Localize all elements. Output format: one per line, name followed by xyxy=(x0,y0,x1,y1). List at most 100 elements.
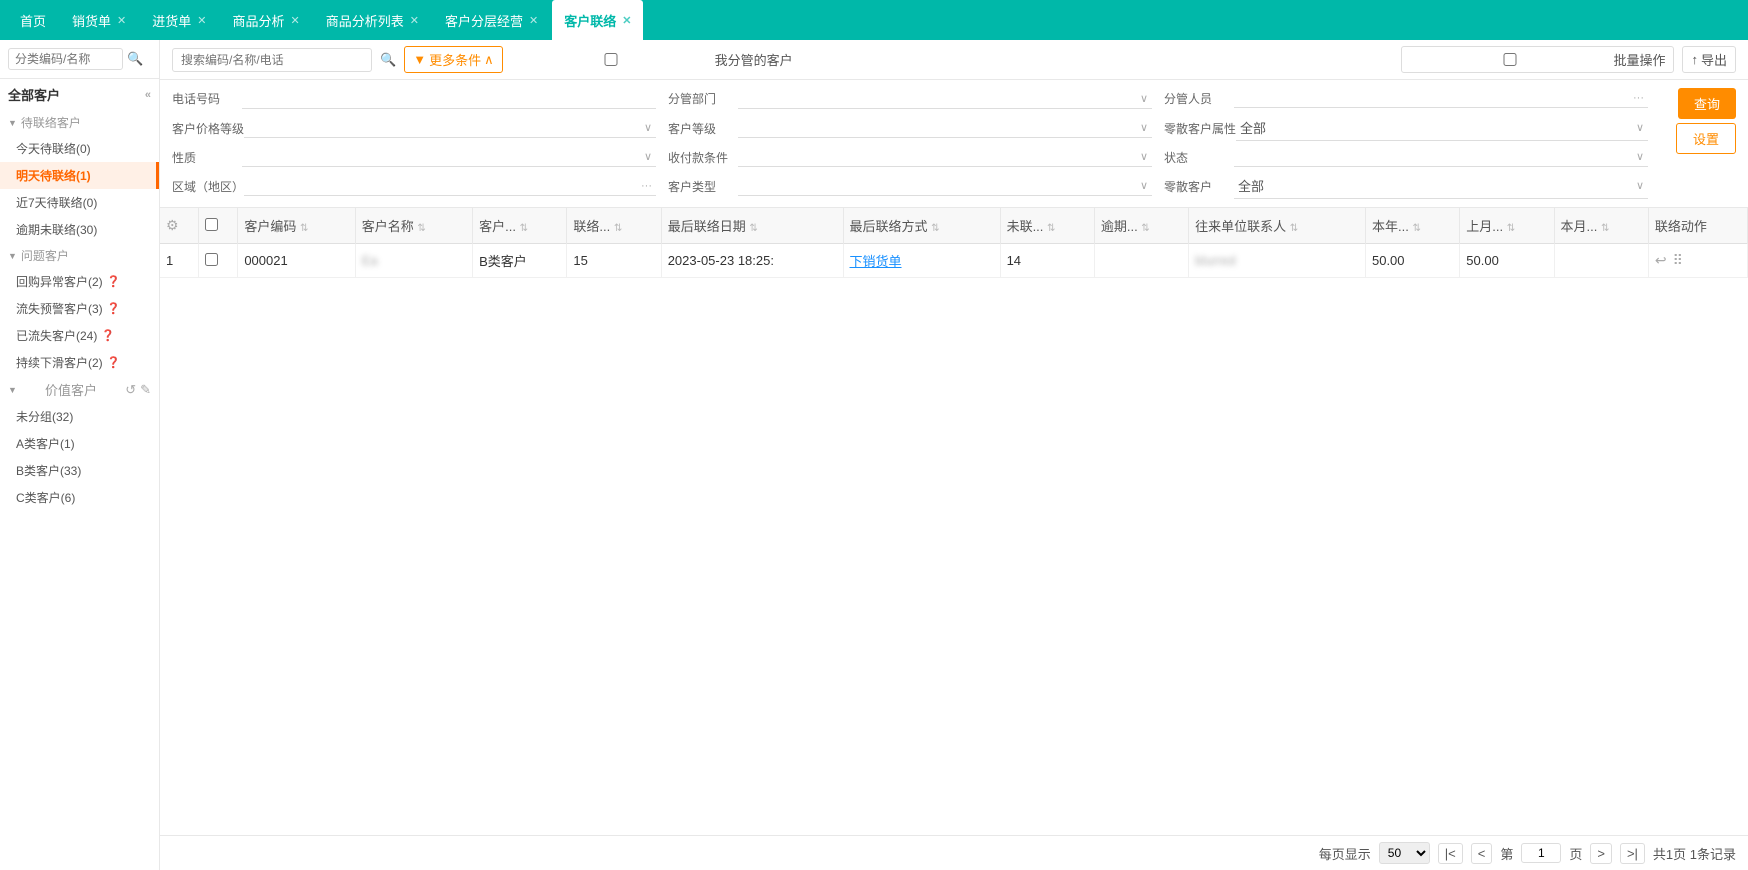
main-content: 🔍 ▼ 更多条件 ∧ 我分管的客户 批量操作 ↑ 导出 xyxy=(160,40,1748,870)
adv-customer-type-select[interactable]: ∨ xyxy=(738,176,1152,196)
col-name[interactable]: 客户名称 ⇅ xyxy=(355,208,472,244)
adv-dept-select[interactable]: ∨ xyxy=(738,89,1152,109)
search-input[interactable] xyxy=(172,48,372,72)
adv-retail-attr-select[interactable]: 全部 ∨ xyxy=(1236,115,1648,141)
row-actions: ↩ ⠿ xyxy=(1648,244,1747,278)
first-page-btn[interactable]: |< xyxy=(1438,843,1463,864)
sidebar-item-class-b[interactable]: B类客户(33) xyxy=(0,457,159,484)
sidebar-search-icon[interactable]: 🔍 xyxy=(127,51,143,67)
col-type[interactable]: 客户... ⇅ xyxy=(473,208,567,244)
adv-customer-level-label: 客户等级 xyxy=(668,120,738,137)
sidebar-item-churn-warning[interactable]: 流失预警客户(3) ❓ xyxy=(0,295,159,322)
export-btn[interactable]: ↑ 导出 xyxy=(1682,46,1736,73)
contact-method-link[interactable]: 下销货单 xyxy=(850,254,902,269)
adv-dept-label: 分管部门 xyxy=(668,90,738,107)
adv-phone-field: 电话号码 xyxy=(172,88,656,109)
col-code[interactable]: 客户编码 ⇅ xyxy=(238,208,355,244)
row-last-contact-date: 2023-05-23 18:25: xyxy=(661,244,843,278)
sidebar-item-churned[interactable]: 已流失客户(24) ❓ xyxy=(0,322,159,349)
search-btn[interactable]: 🔍 xyxy=(380,52,396,68)
nav-sales[interactable]: 销货单 ✕ xyxy=(60,0,138,40)
adv-customer-level-select[interactable]: ∨ xyxy=(738,118,1152,138)
chevron-down-icon-4: ∨ xyxy=(1636,121,1644,134)
col-this-month[interactable]: 本月... ⇅ xyxy=(1554,208,1648,244)
sidebar-item-tomorrow[interactable]: 明天待联络(1) xyxy=(0,162,159,189)
table-footer: 每页显示 50 10 20 100 |< < 第 页 > >| 共1页 1条记录 xyxy=(160,835,1748,870)
adv-retail-attr-field: 零散客户属性 全部 ∨ xyxy=(1164,115,1648,141)
nav-product-analysis-list-close[interactable]: ✕ xyxy=(410,14,419,27)
col-contact-person[interactable]: 往来单位联系人 ⇅ xyxy=(1189,208,1366,244)
adv-retail-customer-label: 零散客户 xyxy=(1164,178,1234,195)
adv-nature-select[interactable]: ∨ xyxy=(242,147,656,167)
nav-sales-close[interactable]: ✕ xyxy=(117,14,126,27)
sidebar-item-ungrouped[interactable]: 未分组(32) xyxy=(0,403,159,430)
all-customers-header[interactable]: 全部客户 « xyxy=(0,79,159,110)
nav-product-analysis-list[interactable]: 商品分析列表 ✕ xyxy=(314,0,431,40)
page-size-select[interactable]: 50 10 20 100 xyxy=(1379,842,1430,864)
sidebar-item-class-a[interactable]: A类客户(1) xyxy=(0,430,159,457)
nav-product-analysis[interactable]: 商品分析 ✕ xyxy=(220,0,311,40)
refresh-icon[interactable]: ↺ xyxy=(125,382,136,398)
adv-payment-select[interactable]: ∨ xyxy=(738,147,1152,167)
nav-purchase-close[interactable]: ✕ xyxy=(197,14,206,27)
col-last-contact-date[interactable]: 最后联络日期 ⇅ xyxy=(661,208,843,244)
sidebar-search-area: 🔍 xyxy=(0,40,159,79)
nav-customer-segment[interactable]: 客户分层经营 ✕ xyxy=(433,0,550,40)
section-value-customers: 价值客户 ↺ ✎ xyxy=(0,376,159,403)
col-last-contact-method[interactable]: 最后联络方式 ⇅ xyxy=(843,208,1000,244)
row-no: 1 xyxy=(160,244,198,278)
adv-status-select[interactable]: ∨ xyxy=(1234,147,1648,167)
more-btn-manager[interactable]: ··· xyxy=(1633,92,1644,104)
sidebar: 🔍 全部客户 « 待联络客户 今天待联络(0) 明天待联络(1) 近7天待联络(… xyxy=(0,40,160,870)
adv-phone-input[interactable] xyxy=(242,88,656,109)
sort-icon-person: ⇅ xyxy=(1290,223,1298,234)
col-this-year[interactable]: 本年... ⇅ xyxy=(1365,208,1459,244)
col-contact-count[interactable]: 联络... ⇅ xyxy=(567,208,661,244)
sidebar-item-abnormal[interactable]: 回购异常客户(2) ❓ xyxy=(0,268,159,295)
sidebar-item-today[interactable]: 今天待联络(0) xyxy=(0,135,159,162)
col-overdue[interactable]: 逾期... ⇅ xyxy=(1094,208,1188,244)
batch-op-btn[interactable]: 批量操作 xyxy=(1401,46,1674,73)
page-end-label: 页 xyxy=(1569,844,1582,863)
table-settings-icon[interactable]: ⚙ xyxy=(166,217,179,233)
last-page-btn[interactable]: >| xyxy=(1620,843,1645,864)
sort-icon-date: ⇅ xyxy=(749,223,757,234)
adv-retail-customer-select[interactable]: 全部 ∨ xyxy=(1234,173,1648,199)
nav-customer-contact[interactable]: 客户联络 ✕ xyxy=(552,0,643,40)
action-more-icon[interactable]: ⠿ xyxy=(1673,252,1683,269)
sidebar-item-overdue[interactable]: 逾期未联络(30) xyxy=(0,216,159,243)
query-button[interactable]: 查询 xyxy=(1678,88,1736,119)
adv-price-level-select[interactable]: ∨ xyxy=(244,118,656,138)
sidebar-search-input[interactable] xyxy=(8,48,123,70)
batch-checkbox[interactable] xyxy=(1410,53,1610,66)
prev-page-btn[interactable]: < xyxy=(1471,843,1493,864)
settings-button[interactable]: 设置 xyxy=(1676,123,1736,154)
sidebar-item-declining[interactable]: 持续下滑客户(2) ❓ xyxy=(0,349,159,376)
col-last-month[interactable]: 上月... ⇅ xyxy=(1460,208,1554,244)
sidebar-item-7days[interactable]: 近7天待联络(0) xyxy=(0,189,159,216)
sidebar-item-class-c[interactable]: C类客户(6) xyxy=(0,484,159,511)
adv-region-select[interactable]: ··· xyxy=(244,177,656,196)
col-checkbox[interactable] xyxy=(198,208,238,244)
nav-home[interactable]: 首页 xyxy=(8,0,58,40)
col-not-contacted[interactable]: 未联... ⇅ xyxy=(1000,208,1094,244)
more-conditions-btn[interactable]: ▼ 更多条件 ∧ xyxy=(404,46,502,73)
edit-icon[interactable]: ✎ xyxy=(140,382,151,398)
nav-customer-segment-close[interactable]: ✕ xyxy=(529,14,538,27)
page-input[interactable] xyxy=(1521,843,1561,863)
my-customers-check[interactable] xyxy=(511,53,711,66)
col-settings[interactable]: ⚙ xyxy=(160,208,198,244)
nav-product-analysis-close[interactable]: ✕ xyxy=(291,14,300,27)
action-edit-icon[interactable]: ↩ xyxy=(1655,252,1667,269)
sort-icon-method: ⇅ xyxy=(931,223,939,234)
my-customers-checkbox[interactable]: 我分管的客户 xyxy=(511,50,793,69)
select-all-checkbox[interactable] xyxy=(205,218,218,231)
row-checkbox[interactable] xyxy=(198,244,238,278)
next-page-btn[interactable]: > xyxy=(1590,843,1612,864)
row-last-contact-method[interactable]: 下销货单 xyxy=(843,244,1000,278)
more-btn-region[interactable]: ··· xyxy=(641,180,652,192)
adv-manager-select[interactable]: ··· xyxy=(1234,89,1648,108)
page-label: 第 xyxy=(1500,844,1513,863)
nav-purchase[interactable]: 进货单 ✕ xyxy=(140,0,218,40)
nav-customer-contact-close[interactable]: ✕ xyxy=(622,14,631,27)
